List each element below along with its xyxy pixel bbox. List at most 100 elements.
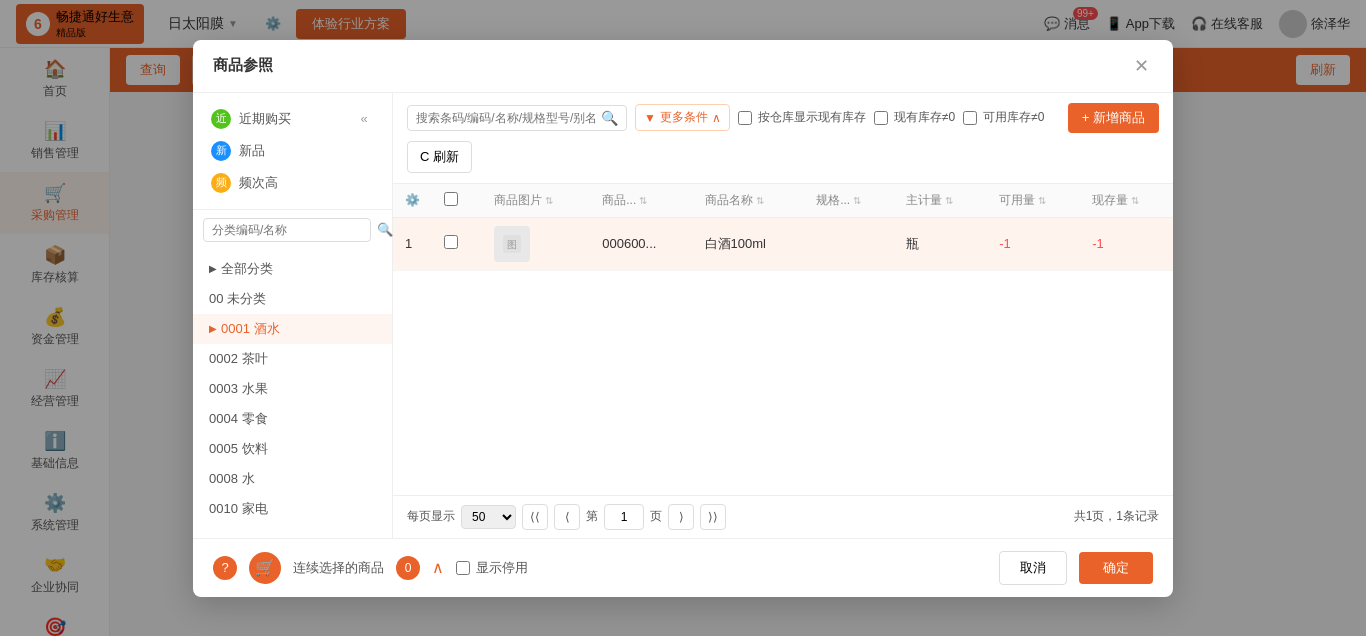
right-panel: 🔍 ▼ 更多条件 ∧ 按仓库显示现有库存 现有库存≠0 (393, 93, 1173, 538)
cat-label: 0004 零食 (209, 410, 268, 428)
gear-icon[interactable]: ⚙️ (405, 193, 420, 207)
cart-icon[interactable]: 🛒 (249, 552, 281, 584)
row-checkbox[interactable] (444, 235, 458, 249)
table-col-available: 可用量 ⇅ (987, 184, 1080, 218)
quick-link-new[interactable]: 新 新品 (203, 135, 382, 167)
quick-link-recent[interactable]: 近 近期购买 « (203, 103, 382, 135)
unit-col-label: 主计量 (906, 192, 942, 209)
new-label: 新品 (239, 142, 265, 160)
sort-icon: ⇅ (853, 195, 861, 206)
row-spec (804, 217, 894, 270)
available-label: 可用库存≠0 (983, 109, 1044, 126)
continuous-label: 连续选择的商品 (293, 559, 384, 577)
cat-item-fruit[interactable]: 0003 水果 (193, 374, 392, 404)
category-search-icon[interactable]: 🔍 (377, 222, 393, 237)
available-col-label: 可用量 (999, 192, 1035, 209)
cat-item-drinks[interactable]: 0005 饮料 (193, 434, 392, 464)
toolbar: 🔍 ▼ 更多条件 ∧ 按仓库显示现有库存 现有库存≠0 (393, 93, 1173, 184)
img-col-header[interactable]: 商品图片 ⇅ (494, 192, 579, 209)
row-unit: 瓶 (894, 217, 987, 270)
modal-overlay: 商品参照 ✕ 近 近期购买 « 新 新品 频 (0, 0, 1366, 636)
prev-page-button[interactable]: ⟨ (554, 504, 580, 530)
quick-links: 近 近期购买 « 新 新品 频 频次高 (193, 103, 392, 210)
modal-title: 商品参照 (213, 56, 273, 75)
table-col-img: 商品图片 ⇅ (482, 184, 591, 218)
svg-text:图: 图 (507, 239, 517, 250)
filter-label: 更多条件 (660, 109, 708, 126)
product-search-input[interactable] (416, 111, 601, 125)
freq-label: 频次高 (239, 174, 278, 192)
filter-button[interactable]: ▼ 更多条件 ∧ (635, 104, 730, 131)
available-checkbox[interactable] (963, 111, 977, 125)
code-col-header[interactable]: 商品... ⇅ (602, 192, 680, 209)
product-image: 图 (494, 226, 530, 262)
row-available: -1 (987, 217, 1080, 270)
show-disabled-group: 显示停用 (456, 559, 528, 577)
table-col-stock: 现存量 ⇅ (1080, 184, 1173, 218)
modal-body: 近 近期购买 « 新 新品 频 频次高 🔍 (193, 93, 1173, 538)
expand-icon: ▶ (209, 263, 217, 274)
table-col-spec: 规格... ⇅ (804, 184, 894, 218)
name-col-header[interactable]: 商品名称 ⇅ (705, 192, 793, 209)
page-total: 共1页，1条记录 (1074, 508, 1159, 525)
stock-checkbox-group: 现有库存≠0 (874, 109, 955, 126)
cat-item-all[interactable]: ▶ 全部分类 (193, 254, 392, 284)
table-col-unit: 主计量 ⇅ (894, 184, 987, 218)
cancel-button[interactable]: 取消 (999, 551, 1067, 585)
sort-icon: ⇅ (1131, 195, 1139, 206)
new-icon: 新 (211, 141, 231, 161)
table-col-name: 商品名称 ⇅ (693, 184, 805, 218)
product-table-area: ⚙️ 商品图片 ⇅ (393, 184, 1173, 495)
sort-icon: ⇅ (1038, 195, 1046, 206)
cat-item-tea[interactable]: 0002 茶叶 (193, 344, 392, 374)
selection-count-badge: 0 (396, 556, 420, 580)
page-suffix-label: 页 (650, 508, 662, 525)
show-disabled-label: 显示停用 (476, 559, 528, 577)
img-col-label: 商品图片 (494, 192, 542, 209)
collapse-icon[interactable]: « (354, 109, 374, 129)
name-col-label: 商品名称 (705, 192, 753, 209)
modal-header: 商品参照 ✕ (193, 40, 1173, 93)
stock-checkbox[interactable] (874, 111, 888, 125)
page-size-select[interactable]: 50 10 20 100 (461, 505, 516, 529)
unit-col-header[interactable]: 主计量 ⇅ (906, 192, 975, 209)
quick-link-freq[interactable]: 频 频次高 (203, 167, 382, 199)
select-all-checkbox[interactable] (444, 192, 458, 206)
stock-label: 现有库存≠0 (894, 109, 955, 126)
cat-item-appliances[interactable]: 0010 家电 (193, 494, 392, 524)
confirm-button[interactable]: 确定 (1079, 552, 1153, 584)
stock-col-label: 现存量 (1092, 192, 1128, 209)
available-col-header[interactable]: 可用量 ⇅ (999, 192, 1068, 209)
help-icon[interactable]: ? (213, 556, 237, 580)
page-size-label: 每页显示 (407, 508, 455, 525)
cat-item-snack[interactable]: 0004 零食 (193, 404, 392, 434)
collapse-icon[interactable]: ∧ (432, 558, 444, 577)
cat-item-uncategorized[interactable]: 00 未分类 (193, 284, 392, 314)
sort-icon: ⇅ (545, 195, 553, 206)
page-number-input[interactable] (604, 504, 644, 530)
freq-icon: 频 (211, 173, 231, 193)
page-prefix-label: 第 (586, 508, 598, 525)
row-img: 图 (482, 217, 591, 270)
close-icon[interactable]: ✕ (1129, 54, 1153, 78)
product-table: ⚙️ 商品图片 ⇅ (393, 184, 1173, 271)
row-code: 000600... (590, 217, 692, 270)
category-search-input[interactable] (203, 218, 371, 242)
refresh-button[interactable]: C 刷新 (407, 141, 472, 173)
last-page-button[interactable]: ⟩⟩ (700, 504, 726, 530)
show-disabled-checkbox[interactable] (456, 561, 470, 575)
cat-item-water[interactable]: 0008 水 (193, 464, 392, 494)
available-checkbox-group: 可用库存≠0 (963, 109, 1044, 126)
stock-col-header[interactable]: 现存量 ⇅ (1092, 192, 1161, 209)
spec-col-header[interactable]: 规格... ⇅ (816, 192, 882, 209)
next-page-button[interactable]: ⟩ (668, 504, 694, 530)
search-icon[interactable]: 🔍 (601, 110, 618, 126)
add-product-button[interactable]: + 新增商品 (1068, 103, 1159, 133)
table-col-code: 商品... ⇅ (590, 184, 692, 218)
first-page-button[interactable]: ⟨⟨ (522, 504, 548, 530)
table-row[interactable]: 1 图 000600... 白酒100ml (393, 217, 1173, 270)
modal-footer: ? 🛒 连续选择的商品 0 ∧ 显示停用 取消 确定 (193, 538, 1173, 597)
cat-item-liquor[interactable]: ▶ 0001 酒水 (193, 314, 392, 344)
warehouse-checkbox[interactable] (738, 111, 752, 125)
cat-label: 0002 茶叶 (209, 350, 268, 368)
